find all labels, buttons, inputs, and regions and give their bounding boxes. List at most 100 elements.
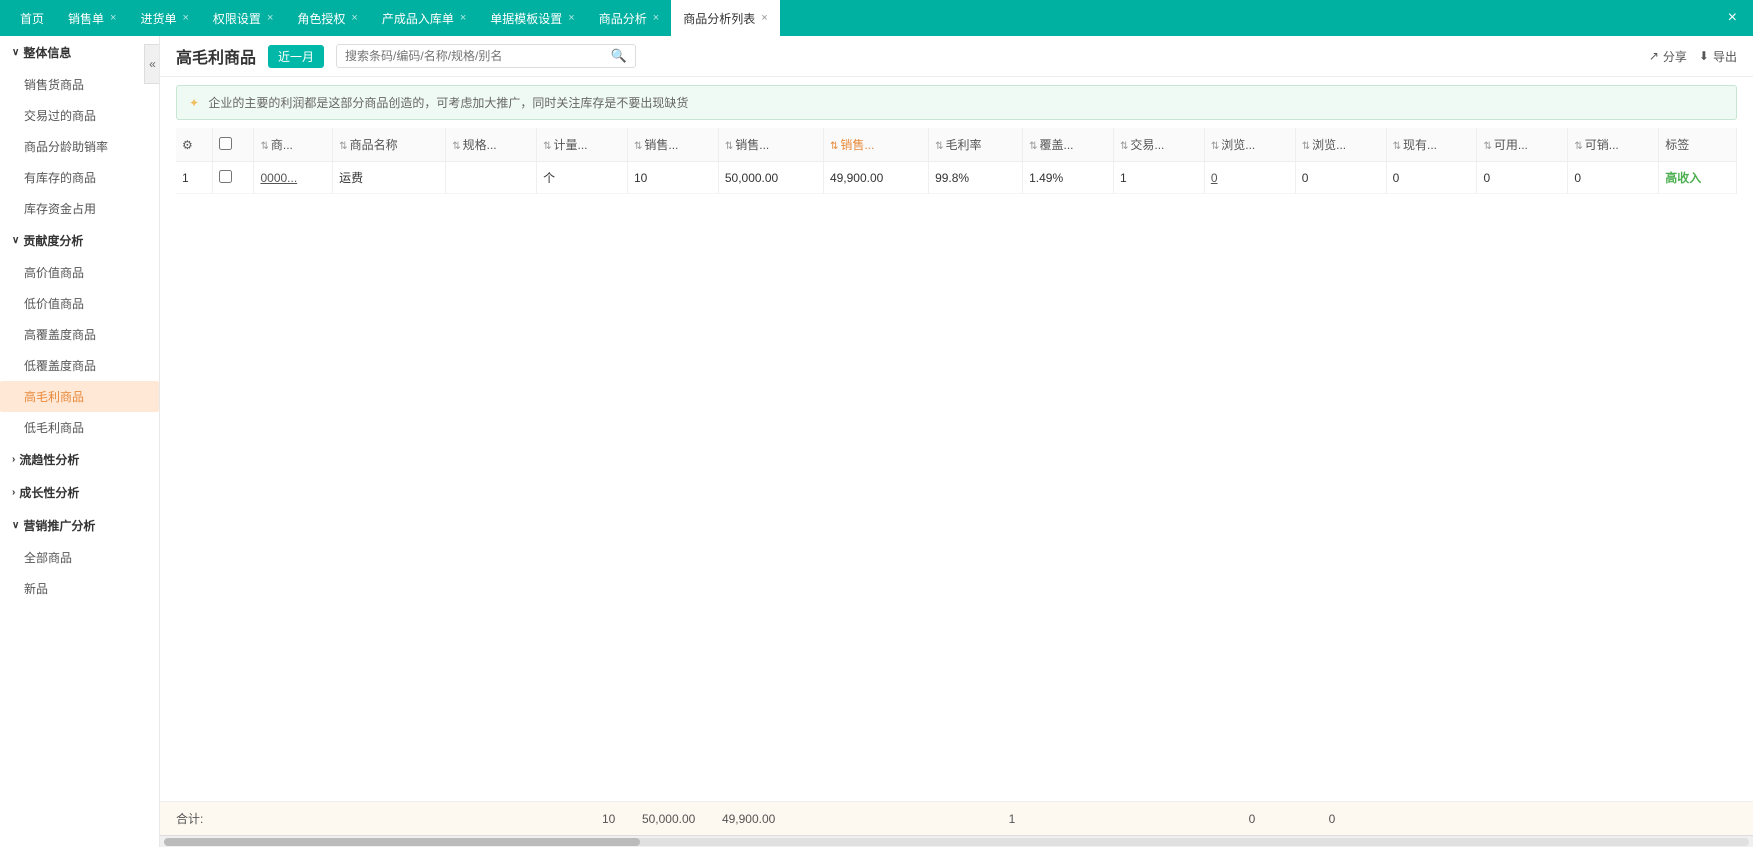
search-input[interactable]	[345, 49, 611, 63]
share-icon: ↗	[1649, 49, 1659, 63]
summary-sales1: 10	[543, 812, 623, 826]
tag-high-income: 高收入	[1665, 171, 1701, 185]
sidebar-group-overall[interactable]: ∨ 整体信息	[0, 36, 159, 69]
horizontal-scrollbar[interactable]	[160, 835, 1753, 847]
nav-purchase-order[interactable]: 进货单 ×	[128, 0, 200, 36]
col-sales2[interactable]: ⇅销售...	[718, 128, 823, 162]
sidebar-item-low-coverage[interactable]: 低覆盖度商品	[0, 350, 159, 381]
table-header-row: ⚙ ⇅商... ⇅商品名称 ⇅规格... ⇅计量... ⇅销售... ⇅销售..…	[176, 128, 1737, 162]
table-container[interactable]: ⚙ ⇅商... ⇅商品名称 ⇅规格... ⇅计量... ⇅销售... ⇅销售..…	[160, 128, 1753, 801]
nav-product-analysis[interactable]: 商品分析 ×	[587, 0, 671, 36]
sidebar-item-new-goods[interactable]: 新品	[0, 573, 159, 604]
sidebar-item-traded-goods[interactable]: 交易过的商品	[0, 100, 159, 131]
sidebar: « ∨ 整体信息 销售货商品 交易过的商品 商品分龄助销率 有库存的商品 库存资…	[0, 36, 160, 847]
col-gross-rate[interactable]: ⇅毛利率	[929, 128, 1023, 162]
sidebar-group-overall-items: 销售货商品 交易过的商品 商品分龄助销率 有库存的商品 库存资金占用	[0, 69, 159, 224]
arrow-growth: ›	[12, 487, 15, 498]
sidebar-item-high-coverage[interactable]: 高覆盖度商品	[0, 319, 159, 350]
sidebar-item-high-margin[interactable]: 高毛利商品	[0, 381, 159, 412]
share-button[interactable]: ↗ 分享	[1649, 48, 1687, 65]
arrow-overall: ∨	[12, 47, 19, 58]
col-available[interactable]: ⇅可用...	[1477, 128, 1568, 162]
close-purchase-order[interactable]: ×	[182, 12, 188, 24]
sidebar-item-all-goods[interactable]: 全部商品	[0, 542, 159, 573]
cell-code[interactable]: 0000...	[254, 162, 333, 194]
summary-sellable: 0	[1263, 812, 1343, 826]
col-sellable[interactable]: ⇅可销...	[1568, 128, 1659, 162]
col-browse1[interactable]: ⇅浏览...	[1204, 128, 1295, 162]
export-icon: ⬇	[1699, 49, 1709, 63]
sidebar-group-trend[interactable]: › 流趋性分析	[0, 443, 159, 476]
table-row: 1 0000... 运费 个 10 50,000.00 49,900.00 99…	[176, 162, 1737, 194]
col-tag[interactable]: 标签	[1659, 128, 1737, 162]
summary-bar: 合计: 10 50,000.00 49,900.00 1 0 0	[160, 801, 1753, 835]
info-bar: ✦ 企业的主要的利润都是这部分商品创造的，可考虑加大推广，同时关注库存是不要出现…	[176, 85, 1737, 120]
cell-browse1[interactable]: 0	[1204, 162, 1295, 194]
close-permission[interactable]: ×	[267, 12, 273, 24]
summary-available: 0	[1183, 812, 1263, 826]
select-all-checkbox[interactable]	[219, 137, 232, 150]
arrow-marketing: ∨	[12, 520, 19, 531]
header-actions: ↗ 分享 ⬇ 导出	[1649, 48, 1737, 65]
cell-tag: 高收入	[1659, 162, 1737, 194]
cell-trade: 1	[1113, 162, 1204, 194]
col-browse2[interactable]: ⇅浏览...	[1295, 128, 1386, 162]
nav-sales-order[interactable]: 销售单 ×	[56, 0, 128, 36]
col-coverage[interactable]: ⇅覆盖...	[1023, 128, 1114, 162]
col-name[interactable]: ⇅商品名称	[333, 128, 446, 162]
summary-sales2: 50,000.00	[623, 812, 703, 826]
close-product-analysis-list[interactable]: ×	[761, 12, 767, 24]
close-finished-goods[interactable]: ×	[460, 12, 466, 24]
col-spec[interactable]: ⇅规格...	[446, 128, 537, 162]
col-settings[interactable]: ⚙	[176, 128, 213, 162]
sidebar-item-stocked-goods[interactable]: 有库存的商品	[0, 162, 159, 193]
cell-index: 1	[176, 162, 213, 194]
col-current-stock[interactable]: ⇅现有...	[1386, 128, 1477, 162]
nav-role-auth[interactable]: 角色授权 ×	[285, 0, 369, 36]
cell-coverage: 1.49%	[1023, 162, 1114, 194]
cell-sales3: 49,900.00	[823, 162, 928, 194]
page-title: 高毛利商品	[176, 44, 256, 68]
sidebar-group-growth[interactable]: › 成长性分析	[0, 476, 159, 509]
cell-browse2: 0	[1295, 162, 1386, 194]
info-icon: ✦	[189, 96, 199, 110]
summary-sales3: 49,900.00	[703, 812, 783, 826]
goods-table: ⚙ ⇅商... ⇅商品名称 ⇅规格... ⇅计量... ⇅销售... ⇅销售..…	[176, 128, 1737, 194]
sidebar-item-sales-goods[interactable]: 销售货商品	[0, 69, 159, 100]
scrollbar-thumb[interactable]	[164, 838, 640, 846]
content-header: 高毛利商品 近一月 🔍 ↗ 分享 ⬇ 导出	[160, 36, 1753, 77]
sidebar-item-low-margin[interactable]: 低毛利商品	[0, 412, 159, 443]
cell-available: 0	[1477, 162, 1568, 194]
nav-product-analysis-list[interactable]: 商品分析列表 ×	[671, 0, 779, 36]
sidebar-group-contribution[interactable]: ∨ 贡献度分析	[0, 224, 159, 257]
cell-name: 运费	[333, 162, 446, 194]
col-trade[interactable]: ⇅交易...	[1113, 128, 1204, 162]
close-product-analysis[interactable]: ×	[653, 12, 659, 24]
col-sales3[interactable]: ⇅销售...	[823, 128, 928, 162]
col-checkbox[interactable]	[213, 128, 254, 162]
sidebar-collapse-button[interactable]: «	[144, 44, 160, 84]
col-code[interactable]: ⇅商...	[254, 128, 333, 162]
nav-finished-goods[interactable]: 产成品入库单 ×	[370, 0, 478, 36]
cell-sales1: 10	[627, 162, 718, 194]
col-unit[interactable]: ⇅计量...	[537, 128, 628, 162]
sidebar-item-high-value[interactable]: 高价值商品	[0, 257, 159, 288]
sidebar-item-low-value[interactable]: 低价值商品	[0, 288, 159, 319]
close-sales-order[interactable]: ×	[110, 12, 116, 24]
cell-checkbox[interactable]	[213, 162, 254, 194]
sidebar-item-stock-capital[interactable]: 库存资金占用	[0, 193, 159, 224]
close-role-auth[interactable]: ×	[351, 12, 357, 24]
col-sales1[interactable]: ⇅销售...	[627, 128, 718, 162]
row-checkbox[interactable]	[219, 170, 232, 183]
nav-template-settings[interactable]: 单据模板设置 ×	[478, 0, 586, 36]
close-template[interactable]: ×	[568, 12, 574, 24]
sidebar-group-marketing[interactable]: ∨ 营销推广分析	[0, 509, 159, 542]
filter-recent-month-button[interactable]: 近一月	[268, 45, 324, 68]
scrollbar-track[interactable]	[164, 838, 1749, 846]
export-button[interactable]: ⬇ 导出	[1699, 48, 1737, 65]
nav-permission-settings[interactable]: 权限设置 ×	[201, 0, 285, 36]
nav-home[interactable]: 首页	[8, 0, 56, 36]
search-icon[interactable]: 🔍	[611, 48, 627, 64]
window-close-btn[interactable]: ×	[1720, 9, 1745, 27]
sidebar-item-goods-age[interactable]: 商品分龄助销率	[0, 131, 159, 162]
